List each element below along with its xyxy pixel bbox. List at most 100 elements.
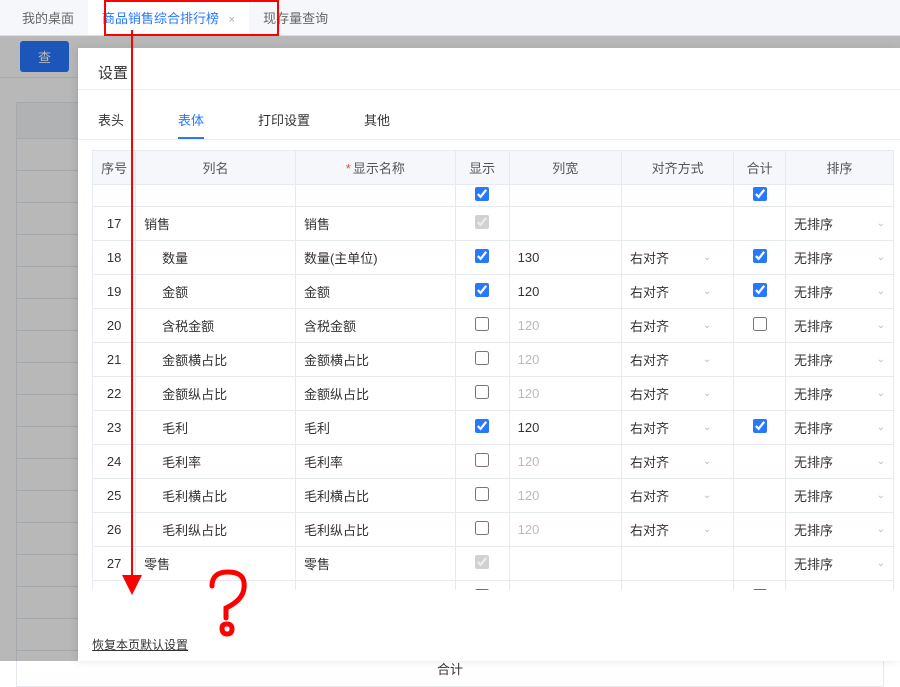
table-row[interactable]: 21金额横占比金额横占比120右对齐⌄无排序⌄ bbox=[93, 343, 894, 377]
align-select[interactable]: 右对齐⌄ bbox=[630, 384, 725, 403]
sort-select[interactable]: 无排序⌄ bbox=[794, 350, 885, 369]
align-select[interactable]: 右对齐⌄ bbox=[630, 248, 725, 267]
cell-display-name[interactable]: 金额纵占比 bbox=[295, 377, 455, 411]
show-checkbox[interactable] bbox=[475, 419, 489, 433]
sum-checkbox[interactable] bbox=[753, 249, 767, 263]
cell-display-name[interactable]: 金额 bbox=[295, 275, 455, 309]
sum-checkbox[interactable] bbox=[753, 283, 767, 297]
show-checkbox[interactable] bbox=[475, 487, 489, 501]
cell-align[interactable]: 右对齐⌄ bbox=[621, 275, 733, 309]
show-checkbox[interactable] bbox=[475, 249, 489, 263]
cell-colwidth[interactable]: 120 bbox=[509, 479, 621, 513]
cell-lieming[interactable]: 毛利率 bbox=[136, 445, 296, 479]
table-row[interactable]: 23毛利毛利120右对齐⌄无排序⌄ bbox=[93, 411, 894, 445]
sort-select[interactable]: 无排序⌄ bbox=[794, 316, 885, 335]
sort-select[interactable]: 无排序⌄ bbox=[794, 282, 885, 301]
modal-tab-header[interactable]: 表头 bbox=[98, 102, 124, 139]
cell-colwidth[interactable]: 120 bbox=[509, 513, 621, 547]
table-row[interactable]: 19金额金额120右对齐⌄无排序⌄ bbox=[93, 275, 894, 309]
sort-select[interactable]: 无排序⌄ bbox=[794, 554, 885, 573]
cell-display-name[interactable]: 数量(主单位) bbox=[295, 581, 455, 591]
modal-tab-other[interactable]: 其他 bbox=[364, 102, 390, 139]
table-row[interactable]: 28数量数量(主单位)130右对齐⌄无排序⌄ bbox=[93, 581, 894, 591]
sort-select[interactable]: 无排序⌄ bbox=[794, 452, 885, 471]
cell-align[interactable]: 右对齐⌄ bbox=[621, 309, 733, 343]
tab-sales-rank[interactable]: 商品销售综合排行榜 × bbox=[88, 0, 249, 35]
cell-colwidth[interactable]: 120 bbox=[509, 377, 621, 411]
align-select[interactable]: 右对齐⌄ bbox=[630, 452, 725, 471]
cell-colwidth[interactable] bbox=[509, 207, 621, 241]
show-checkbox[interactable] bbox=[475, 187, 489, 201]
cell-lieming[interactable]: 金额纵占比 bbox=[136, 377, 296, 411]
sort-select[interactable]: 无排序⌄ bbox=[794, 486, 885, 505]
cell-align[interactable]: 右对齐⌄ bbox=[621, 241, 733, 275]
cell-colwidth[interactable]: 130 bbox=[509, 241, 621, 275]
table-row[interactable]: 22金额纵占比金额纵占比120右对齐⌄无排序⌄ bbox=[93, 377, 894, 411]
cell-lieming[interactable]: 零售 bbox=[136, 547, 296, 581]
cell-colwidth[interactable]: 120 bbox=[509, 343, 621, 377]
cell-lieming[interactable]: 数量 bbox=[136, 241, 296, 275]
table-row[interactable]: 25毛利横占比毛利横占比120右对齐⌄无排序⌄ bbox=[93, 479, 894, 513]
cell-lieming[interactable]: 毛利横占比 bbox=[136, 479, 296, 513]
cell-colwidth[interactable]: 120 bbox=[509, 275, 621, 309]
show-checkbox[interactable] bbox=[475, 385, 489, 399]
sort-select[interactable]: 无排序⌄ bbox=[794, 248, 885, 267]
cell-display-name[interactable]: 毛利纵占比 bbox=[295, 513, 455, 547]
table-row[interactable]: 20含税金额含税金额120右对齐⌄无排序⌄ bbox=[93, 309, 894, 343]
cell-display-name[interactable]: 金额横占比 bbox=[295, 343, 455, 377]
cell-align[interactable] bbox=[621, 547, 733, 581]
show-checkbox[interactable] bbox=[475, 317, 489, 331]
cell-colwidth[interactable] bbox=[509, 547, 621, 581]
align-select[interactable]: 右对齐⌄ bbox=[630, 520, 725, 539]
cell-align[interactable]: 右对齐⌄ bbox=[621, 581, 733, 591]
cell-align[interactable]: 右对齐⌄ bbox=[621, 513, 733, 547]
sort-select[interactable]: 无排序⌄ bbox=[794, 520, 885, 539]
cell-align[interactable] bbox=[621, 207, 733, 241]
align-select[interactable]: 右对齐⌄ bbox=[630, 316, 725, 335]
cell-lieming[interactable]: 含税金额 bbox=[136, 309, 296, 343]
cell-display-name[interactable]: 毛利率 bbox=[295, 445, 455, 479]
sort-select[interactable]: 无排序⌄ bbox=[794, 214, 885, 233]
show-checkbox[interactable] bbox=[475, 453, 489, 467]
show-checkbox[interactable] bbox=[475, 589, 489, 590]
cell-display-name[interactable]: 毛利 bbox=[295, 411, 455, 445]
cell-display-name[interactable]: 含税金额 bbox=[295, 309, 455, 343]
cell-colwidth[interactable]: 120 bbox=[509, 309, 621, 343]
cell-align[interactable]: 右对齐⌄ bbox=[621, 445, 733, 479]
cell-align[interactable]: 右对齐⌄ bbox=[621, 377, 733, 411]
table-row[interactable]: 18数量数量(主单位)130右对齐⌄无排序⌄ bbox=[93, 241, 894, 275]
show-checkbox[interactable] bbox=[475, 351, 489, 365]
modal-tab-body[interactable]: 表体 bbox=[178, 102, 204, 139]
cell-colwidth[interactable]: 120 bbox=[509, 411, 621, 445]
cell-align[interactable]: 右对齐⌄ bbox=[621, 411, 733, 445]
cell-lieming[interactable]: 金额 bbox=[136, 275, 296, 309]
align-select[interactable]: 右对齐⌄ bbox=[630, 418, 725, 437]
table-row[interactable]: 26毛利纵占比毛利纵占比120右对齐⌄无排序⌄ bbox=[93, 513, 894, 547]
tab-inventory[interactable]: 现存量查询 bbox=[249, 0, 342, 35]
sum-checkbox[interactable] bbox=[753, 589, 767, 590]
align-select[interactable]: 右对齐⌄ bbox=[630, 350, 725, 369]
cell-display-name[interactable]: 零售 bbox=[295, 547, 455, 581]
cell-align[interactable]: 右对齐⌄ bbox=[621, 479, 733, 513]
sort-select[interactable]: 无排序⌄ bbox=[794, 418, 885, 437]
align-select[interactable]: 右对齐⌄ bbox=[630, 588, 725, 590]
cell-colwidth[interactable]: 130 bbox=[509, 581, 621, 591]
sum-checkbox[interactable] bbox=[753, 187, 767, 201]
cell-display-name[interactable]: 数量(主单位) bbox=[295, 241, 455, 275]
cell-lieming[interactable]: 销售 bbox=[136, 207, 296, 241]
cell-display-name[interactable]: 销售 bbox=[295, 207, 455, 241]
sort-select[interactable]: 无排序⌄ bbox=[794, 588, 885, 590]
cell-display-name[interactable]: 毛利横占比 bbox=[295, 479, 455, 513]
cell-lieming[interactable]: 金额横占比 bbox=[136, 343, 296, 377]
show-checkbox[interactable] bbox=[475, 283, 489, 297]
cell-lieming[interactable]: 数量 bbox=[136, 581, 296, 591]
table-row[interactable]: 27零售零售无排序⌄ bbox=[93, 547, 894, 581]
cell-lieming[interactable]: 毛利纵占比 bbox=[136, 513, 296, 547]
cell-lieming[interactable]: 毛利 bbox=[136, 411, 296, 445]
sum-checkbox[interactable] bbox=[753, 419, 767, 433]
close-icon[interactable]: × bbox=[229, 14, 235, 26]
align-select[interactable]: 右对齐⌄ bbox=[630, 282, 725, 301]
modal-tab-print[interactable]: 打印设置 bbox=[258, 102, 310, 139]
reset-defaults-link[interactable]: 恢复本页默认设置 bbox=[92, 636, 188, 653]
table-row[interactable]: 17销售销售无排序⌄ bbox=[93, 207, 894, 241]
